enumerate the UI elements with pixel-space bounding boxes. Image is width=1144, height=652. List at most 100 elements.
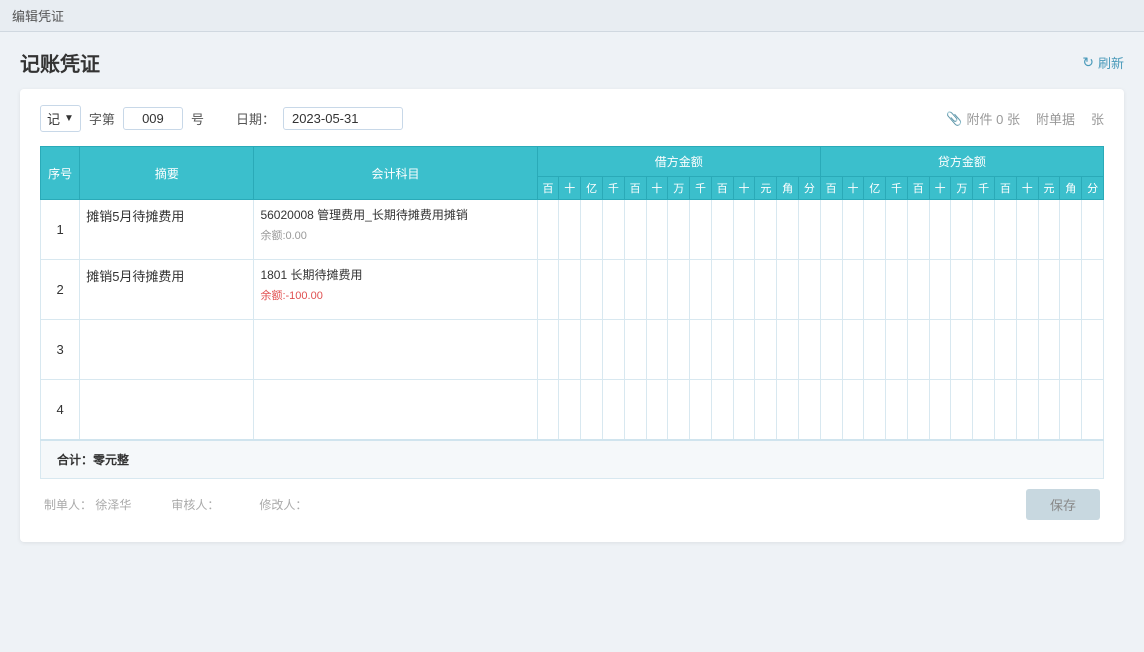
credit-digit-cell[interactable] xyxy=(995,320,1017,380)
debit-digit-cell[interactable] xyxy=(646,260,668,320)
debit-digit-cell[interactable] xyxy=(711,320,733,380)
credit-digit-cell[interactable] xyxy=(951,260,973,320)
credit-digit-cell[interactable] xyxy=(1060,260,1082,320)
credit-digit-cell[interactable] xyxy=(1060,320,1082,380)
debit-digit-cell[interactable] xyxy=(733,200,755,260)
save-button[interactable]: 保存 xyxy=(1026,489,1100,520)
credit-digit-cell[interactable] xyxy=(907,200,929,260)
credit-digit-cell[interactable] xyxy=(864,380,886,440)
credit-digit-cell[interactable] xyxy=(820,380,842,440)
debit-digit-cell[interactable] xyxy=(755,320,777,380)
debit-digit-cell[interactable] xyxy=(799,380,821,440)
credit-digit-cell[interactable] xyxy=(1082,200,1104,260)
credit-digit-cell[interactable] xyxy=(995,260,1017,320)
debit-digit-cell[interactable] xyxy=(624,200,646,260)
debit-digit-cell[interactable] xyxy=(777,380,799,440)
debit-digit-cell[interactable] xyxy=(559,320,581,380)
debit-digit-cell[interactable] xyxy=(668,380,690,440)
credit-digit-cell[interactable] xyxy=(995,200,1017,260)
credit-digit-cell[interactable] xyxy=(1016,260,1038,320)
credit-digit-cell[interactable] xyxy=(929,200,951,260)
debit-digit-cell[interactable] xyxy=(537,200,559,260)
debit-digit-cell[interactable] xyxy=(602,200,624,260)
debit-digit-cell[interactable] xyxy=(777,200,799,260)
credit-digit-cell[interactable] xyxy=(886,380,908,440)
debit-digit-cell[interactable] xyxy=(537,260,559,320)
debit-digit-cell[interactable] xyxy=(777,320,799,380)
debit-digit-cell[interactable] xyxy=(690,200,712,260)
summary-cell[interactable] xyxy=(80,380,254,440)
credit-digit-cell[interactable] xyxy=(995,380,1017,440)
debit-digit-cell[interactable] xyxy=(799,260,821,320)
debit-digit-cell[interactable] xyxy=(755,260,777,320)
credit-digit-cell[interactable] xyxy=(973,260,995,320)
debit-digit-cell[interactable] xyxy=(690,320,712,380)
credit-digit-cell[interactable] xyxy=(1082,380,1104,440)
debit-digit-cell[interactable] xyxy=(646,380,668,440)
credit-digit-cell[interactable] xyxy=(1038,200,1060,260)
debit-digit-cell[interactable] xyxy=(581,200,603,260)
credit-digit-cell[interactable] xyxy=(886,200,908,260)
date-input[interactable] xyxy=(283,107,403,130)
credit-digit-cell[interactable] xyxy=(907,260,929,320)
credit-digit-cell[interactable] xyxy=(1060,380,1082,440)
credit-digit-cell[interactable] xyxy=(864,200,886,260)
credit-digit-cell[interactable] xyxy=(842,200,864,260)
credit-digit-cell[interactable] xyxy=(929,260,951,320)
debit-digit-cell[interactable] xyxy=(690,260,712,320)
debit-digit-cell[interactable] xyxy=(646,320,668,380)
credit-digit-cell[interactable] xyxy=(1038,380,1060,440)
credit-digit-cell[interactable] xyxy=(1038,260,1060,320)
account-cell[interactable] xyxy=(254,320,537,380)
credit-digit-cell[interactable] xyxy=(1016,380,1038,440)
credit-digit-cell[interactable] xyxy=(1016,200,1038,260)
credit-digit-cell[interactable] xyxy=(951,380,973,440)
debit-digit-cell[interactable] xyxy=(581,380,603,440)
debit-digit-cell[interactable] xyxy=(711,260,733,320)
debit-digit-cell[interactable] xyxy=(711,380,733,440)
debit-digit-cell[interactable] xyxy=(559,260,581,320)
debit-digit-cell[interactable] xyxy=(711,200,733,260)
debit-digit-cell[interactable] xyxy=(581,260,603,320)
debit-digit-cell[interactable] xyxy=(668,320,690,380)
credit-digit-cell[interactable] xyxy=(929,320,951,380)
credit-digit-cell[interactable] xyxy=(820,200,842,260)
credit-digit-cell[interactable] xyxy=(1060,200,1082,260)
credit-digit-cell[interactable] xyxy=(973,200,995,260)
credit-digit-cell[interactable] xyxy=(886,260,908,320)
credit-digit-cell[interactable] xyxy=(907,380,929,440)
debit-digit-cell[interactable] xyxy=(624,380,646,440)
attach-single-label[interactable]: 附单据 xyxy=(1036,109,1075,128)
credit-digit-cell[interactable] xyxy=(842,260,864,320)
debit-digit-cell[interactable] xyxy=(602,320,624,380)
credit-digit-cell[interactable] xyxy=(864,260,886,320)
voucher-number-input[interactable] xyxy=(123,107,183,130)
debit-digit-cell[interactable] xyxy=(559,380,581,440)
credit-digit-cell[interactable] xyxy=(842,380,864,440)
debit-digit-cell[interactable] xyxy=(602,380,624,440)
debit-digit-cell[interactable] xyxy=(537,320,559,380)
summary-cell[interactable]: 摊销5月待摊费用 xyxy=(80,200,254,260)
debit-digit-cell[interactable] xyxy=(581,320,603,380)
voucher-type-select[interactable]: 记 ▼ xyxy=(40,105,81,132)
debit-digit-cell[interactable] xyxy=(537,380,559,440)
credit-digit-cell[interactable] xyxy=(864,320,886,380)
debit-digit-cell[interactable] xyxy=(755,380,777,440)
credit-digit-cell[interactable] xyxy=(820,320,842,380)
credit-digit-cell[interactable] xyxy=(1082,260,1104,320)
debit-digit-cell[interactable] xyxy=(755,200,777,260)
summary-cell[interactable] xyxy=(80,320,254,380)
debit-digit-cell[interactable] xyxy=(624,260,646,320)
account-cell[interactable]: 1801 长期待摊费用余额:-100.00 xyxy=(254,260,537,320)
credit-digit-cell[interactable] xyxy=(886,320,908,380)
credit-digit-cell[interactable] xyxy=(820,260,842,320)
debit-digit-cell[interactable] xyxy=(602,260,624,320)
attachment-link[interactable]: 📎 附件 0 张 xyxy=(946,109,1020,128)
debit-digit-cell[interactable] xyxy=(668,200,690,260)
credit-digit-cell[interactable] xyxy=(1038,320,1060,380)
credit-digit-cell[interactable] xyxy=(1016,320,1038,380)
credit-digit-cell[interactable] xyxy=(951,320,973,380)
refresh-button[interactable]: ↻ 刷新 xyxy=(1082,53,1124,72)
debit-digit-cell[interactable] xyxy=(733,260,755,320)
debit-digit-cell[interactable] xyxy=(624,320,646,380)
